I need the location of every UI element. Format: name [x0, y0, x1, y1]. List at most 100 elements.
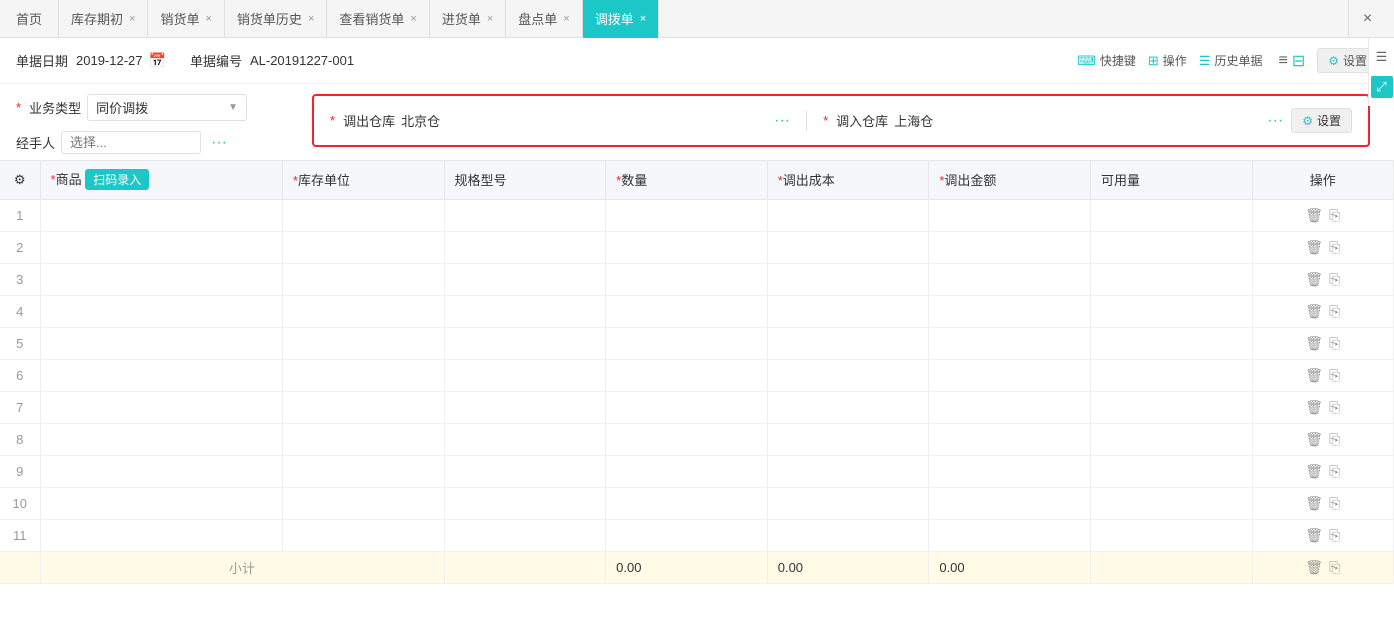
copy-icon[interactable]: ⎘: [1329, 271, 1340, 288]
warehouse-section: * 调出仓库 北京仓 ··· * 调入仓库 上海仓 ··· ⚙ 设置: [312, 94, 1370, 147]
row-qty: [606, 263, 768, 295]
tab-transfer[interactable]: 调拨单 ×: [583, 0, 659, 38]
row-amount: [929, 295, 1091, 327]
delete-icon[interactable]: 🗑: [1305, 527, 1323, 544]
tab-inventory-close[interactable]: ×: [563, 13, 569, 25]
tab-purchase[interactable]: 进货单 ×: [430, 0, 506, 38]
source-warehouse-field: * 调出仓库 北京仓 ···: [330, 111, 790, 130]
operations-button[interactable]: ⊞ 操作: [1148, 52, 1187, 69]
copy-icon[interactable]: ⎘: [1329, 303, 1340, 320]
copy-icon[interactable]: ⎘: [1329, 399, 1340, 416]
table-row: 8 🗑 ⎘: [0, 423, 1394, 455]
row-spec: [444, 263, 606, 295]
row-action: 🗑 ⎘: [1252, 199, 1393, 231]
delete-icon[interactable]: 🗑: [1305, 335, 1323, 352]
source-warehouse-more[interactable]: ···: [774, 112, 790, 130]
tab-transfer-close[interactable]: ×: [640, 13, 646, 25]
sidebar-list-icon[interactable]: ☰: [1371, 46, 1393, 68]
date-field: 单据日期 2019-12-27 📅: [16, 51, 166, 70]
number-value: AL-20191227-001: [250, 53, 354, 68]
delete-icon[interactable]: 🗑: [1305, 463, 1323, 480]
row-qty: [606, 359, 768, 391]
delete-icon[interactable]: 🗑: [1305, 271, 1323, 288]
tab-inventory[interactable]: 盘点单 ×: [506, 0, 582, 38]
row-available: [1090, 327, 1252, 359]
delete-icon[interactable]: 🗑: [1305, 431, 1323, 448]
row-spec: [444, 455, 606, 487]
row-cost: [767, 487, 929, 519]
warehouse-settings-button[interactable]: ⚙ 设置: [1291, 108, 1352, 133]
tab-sales-order[interactable]: 销货单 ×: [148, 0, 224, 38]
subtotal-action: 🗑 ⎘: [1252, 551, 1393, 583]
subtotal-copy-icon[interactable]: ⎘: [1329, 559, 1340, 576]
handler-input[interactable]: [61, 131, 201, 154]
copy-icon[interactable]: ⎘: [1329, 207, 1340, 224]
copy-icon[interactable]: ⎘: [1329, 527, 1340, 544]
row-amount: [929, 391, 1091, 423]
row-number: 3: [0, 263, 40, 295]
layout-list-icon[interactable]: ≡: [1278, 52, 1287, 70]
source-required: *: [330, 113, 335, 128]
row-qty: [606, 295, 768, 327]
row-unit: [282, 455, 444, 487]
tab-stock-init-close[interactable]: ×: [129, 13, 135, 25]
subtotal-spec: [444, 551, 606, 583]
scan-button[interactable]: 扫码录入: [85, 169, 149, 190]
history-button[interactable]: ☰ 历史单据: [1199, 52, 1263, 69]
row-qty: [606, 327, 768, 359]
row-qty: [606, 487, 768, 519]
tab-view-sales-close[interactable]: ×: [410, 13, 416, 25]
shortcuts-button[interactable]: ⌨ 快捷键: [1077, 52, 1136, 69]
th-amount: *调出金额: [929, 161, 1091, 199]
row-product: [40, 391, 282, 423]
delete-icon[interactable]: 🗑: [1305, 303, 1323, 320]
table-row: 3 🗑 ⎘: [0, 263, 1394, 295]
copy-icon[interactable]: ⎘: [1329, 239, 1340, 256]
row-action: 🗑 ⎘: [1252, 359, 1393, 391]
copy-icon[interactable]: ⎘: [1329, 463, 1340, 480]
target-required: *: [823, 113, 828, 128]
delete-icon[interactable]: 🗑: [1305, 495, 1323, 512]
copy-icon[interactable]: ⎘: [1329, 335, 1340, 352]
table-row: 11 🗑 ⎘: [0, 519, 1394, 551]
window-close-button[interactable]: ×: [1348, 0, 1386, 38]
delete-icon[interactable]: 🗑: [1305, 399, 1323, 416]
copy-icon[interactable]: ⎘: [1329, 367, 1340, 384]
row-spec: [444, 295, 606, 327]
tab-purchase-close[interactable]: ×: [487, 13, 493, 25]
business-type-select[interactable]: 同价调拨 ▼: [87, 94, 247, 121]
tab-sales-history[interactable]: 销货单历史 ×: [225, 0, 327, 38]
copy-icon[interactable]: ⎘: [1329, 431, 1340, 448]
subtotal-amount: 0.00: [929, 551, 1091, 583]
delete-icon[interactable]: 🗑: [1305, 239, 1323, 256]
right-sidebar: ☰ ⤢: [1368, 38, 1394, 106]
tab-home[interactable]: 首页: [8, 0, 59, 38]
th-unit: *库存单位: [282, 161, 444, 199]
delete-icon[interactable]: 🗑: [1305, 207, 1323, 224]
table-row: 7 🗑 ⎘: [0, 391, 1394, 423]
row-amount: [929, 487, 1091, 519]
row-action: 🗑 ⎘: [1252, 423, 1393, 455]
delete-icon[interactable]: 🗑: [1305, 367, 1323, 384]
tab-purchase-label: 进货单: [442, 9, 481, 28]
row-action: 🗑 ⎘: [1252, 327, 1393, 359]
tab-stock-init[interactable]: 库存期初 ×: [59, 0, 148, 38]
target-warehouse-more[interactable]: ···: [1267, 112, 1283, 130]
business-type-value: 同价调拨: [96, 98, 148, 117]
layout-grid-icon[interactable]: ⊟: [1292, 51, 1305, 71]
shortcut-icon: ⌨: [1077, 53, 1096, 69]
row-spec: [444, 391, 606, 423]
subtotal-delete-icon[interactable]: 🗑: [1305, 559, 1323, 576]
th-settings[interactable]: ⚙: [0, 161, 40, 199]
sidebar-expand-icon[interactable]: ⤢: [1371, 76, 1393, 98]
tab-sales-order-close[interactable]: ×: [205, 13, 211, 25]
row-spec: [444, 327, 606, 359]
settings-gear-icon: ⚙: [1328, 54, 1339, 68]
row-cost: [767, 455, 929, 487]
tab-view-sales[interactable]: 查看销货单 ×: [327, 0, 429, 38]
copy-icon[interactable]: ⎘: [1329, 495, 1340, 512]
handler-more-icon[interactable]: ···: [211, 134, 227, 152]
calendar-icon[interactable]: 📅: [149, 52, 166, 69]
row-available: [1090, 455, 1252, 487]
tab-sales-history-close[interactable]: ×: [308, 13, 314, 25]
